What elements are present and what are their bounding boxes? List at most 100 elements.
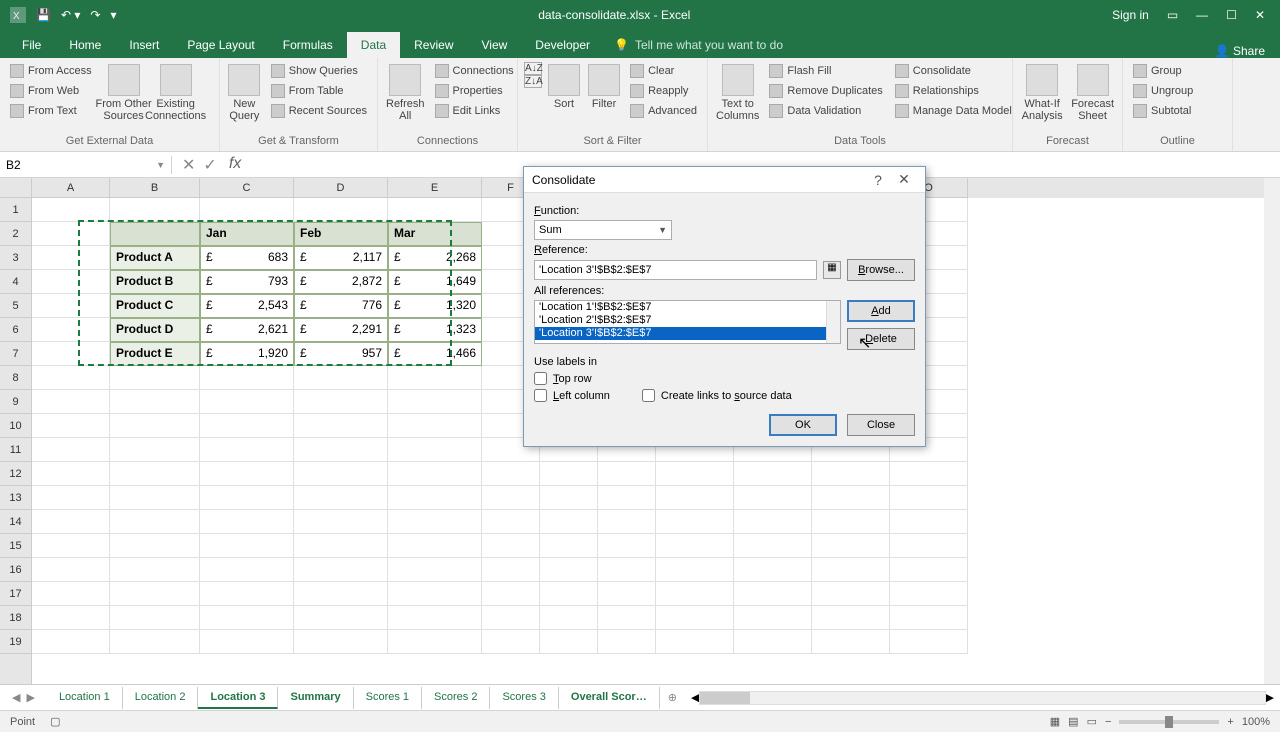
row-header-2[interactable]: 2 xyxy=(0,222,31,246)
cell-L17[interactable] xyxy=(656,582,734,606)
refresh-all-button[interactable]: Refresh All xyxy=(384,62,427,124)
cell-D13[interactable] xyxy=(294,486,388,510)
cell-B17[interactable] xyxy=(110,582,200,606)
dialog-help-icon[interactable]: ? xyxy=(865,172,891,188)
cell-N12[interactable] xyxy=(812,462,890,486)
data-validation-button[interactable]: Data Validation xyxy=(765,102,886,120)
cell-A12[interactable] xyxy=(32,462,110,486)
row-header-3[interactable]: 3 xyxy=(0,246,31,270)
clear-filter-button[interactable]: Clear xyxy=(626,62,701,80)
cell-L19[interactable] xyxy=(656,630,734,654)
manage-data-model-button[interactable]: Manage Data Model xyxy=(891,102,1016,120)
cell-A14[interactable] xyxy=(32,510,110,534)
minimize-icon[interactable]: — xyxy=(1196,8,1208,22)
cell-B4[interactable]: Product B xyxy=(110,270,200,294)
cell-F16[interactable] xyxy=(482,558,540,582)
cell-A15[interactable] xyxy=(32,534,110,558)
cell-C3[interactable]: £683 xyxy=(200,246,294,270)
cell-B7[interactable]: Product E xyxy=(110,342,200,366)
cell-C7[interactable]: £1,920 xyxy=(200,342,294,366)
tell-me-search[interactable]: 💡 Tell me what you want to do xyxy=(604,32,793,58)
cell-N13[interactable] xyxy=(812,486,890,510)
cell-E6[interactable]: £1,323 xyxy=(388,318,482,342)
row-header-17[interactable]: 17 xyxy=(0,582,31,606)
cell-A3[interactable] xyxy=(32,246,110,270)
cell-N18[interactable] xyxy=(812,606,890,630)
row-header-10[interactable]: 10 xyxy=(0,414,31,438)
cell-G18[interactable] xyxy=(540,606,598,630)
cell-G17[interactable] xyxy=(540,582,598,606)
cell-L14[interactable] xyxy=(656,510,734,534)
cell-C18[interactable] xyxy=(200,606,294,630)
sheet-tab-location-1[interactable]: Location 1 xyxy=(47,687,123,709)
row-header-15[interactable]: 15 xyxy=(0,534,31,558)
cell-L15[interactable] xyxy=(656,534,734,558)
cell-B1[interactable] xyxy=(110,198,200,222)
close-button[interactable]: Close xyxy=(847,414,915,436)
dialog-close-icon[interactable]: ✕ xyxy=(891,171,917,188)
cell-A8[interactable] xyxy=(32,366,110,390)
cell-G15[interactable] xyxy=(540,534,598,558)
flash-fill-button[interactable]: Flash Fill xyxy=(765,62,886,80)
cell-F14[interactable] xyxy=(482,510,540,534)
cell-C8[interactable] xyxy=(200,366,294,390)
cell-O13[interactable] xyxy=(890,486,968,510)
cell-E5[interactable]: £1,320 xyxy=(388,294,482,318)
tab-formulas[interactable]: Formulas xyxy=(269,32,347,58)
cell-C17[interactable] xyxy=(200,582,294,606)
cell-N17[interactable] xyxy=(812,582,890,606)
save-icon[interactable]: 💾 xyxy=(36,8,51,22)
cell-B16[interactable] xyxy=(110,558,200,582)
cell-D10[interactable] xyxy=(294,414,388,438)
cell-H14[interactable] xyxy=(598,510,656,534)
cell-O14[interactable] xyxy=(890,510,968,534)
sheet-tab-scores-1[interactable]: Scores 1 xyxy=(354,687,422,709)
cell-A4[interactable] xyxy=(32,270,110,294)
row-header-9[interactable]: 9 xyxy=(0,390,31,414)
cell-E13[interactable] xyxy=(388,486,482,510)
share-button[interactable]: 👤 Share xyxy=(1215,44,1265,58)
cell-O16[interactable] xyxy=(890,558,968,582)
filter-button[interactable]: Filter xyxy=(586,62,622,112)
cell-L12[interactable] xyxy=(656,462,734,486)
cell-H17[interactable] xyxy=(598,582,656,606)
cell-B12[interactable] xyxy=(110,462,200,486)
undo-icon[interactable]: ↶ ▾ xyxy=(61,8,80,22)
sheet-tab-overall-scor-[interactable]: Overall Scor… xyxy=(559,687,660,709)
cell-C4[interactable]: £793 xyxy=(200,270,294,294)
cell-A18[interactable] xyxy=(32,606,110,630)
ungroup-button[interactable]: Ungroup xyxy=(1129,82,1197,100)
cell-F17[interactable] xyxy=(482,582,540,606)
fx-icon[interactable]: fx xyxy=(225,155,245,175)
cell-E1[interactable] xyxy=(388,198,482,222)
ok-button[interactable]: OK xyxy=(769,414,837,436)
subtotal-button[interactable]: Subtotal xyxy=(1129,102,1197,120)
sheet-tab-location-2[interactable]: Location 2 xyxy=(123,687,199,709)
from-table-button[interactable]: From Table xyxy=(267,82,371,100)
cell-B3[interactable]: Product A xyxy=(110,246,200,270)
cell-A5[interactable] xyxy=(32,294,110,318)
row-header-8[interactable]: 8 xyxy=(0,366,31,390)
relationships-button[interactable]: Relationships xyxy=(891,82,1016,100)
row-header-11[interactable]: 11 xyxy=(0,438,31,462)
cell-E8[interactable] xyxy=(388,366,482,390)
cell-L18[interactable] xyxy=(656,606,734,630)
row-header-4[interactable]: 4 xyxy=(0,270,31,294)
cell-B13[interactable] xyxy=(110,486,200,510)
view-normal-icon[interactable]: ▦ xyxy=(1050,715,1060,728)
zoom-in-icon[interactable]: + xyxy=(1227,716,1233,728)
cell-E15[interactable] xyxy=(388,534,482,558)
row-header-19[interactable]: 19 xyxy=(0,630,31,654)
cell-C6[interactable]: £2,621 xyxy=(200,318,294,342)
cell-C2[interactable]: Jan xyxy=(200,222,294,246)
enter-formula-icon[interactable]: ✓ xyxy=(203,155,216,175)
cell-A13[interactable] xyxy=(32,486,110,510)
from-text-button[interactable]: From Text xyxy=(6,102,96,120)
sheet-tab-location-3[interactable]: Location 3 xyxy=(198,687,278,709)
cell-L16[interactable] xyxy=(656,558,734,582)
cell-B19[interactable] xyxy=(110,630,200,654)
cell-G14[interactable] xyxy=(540,510,598,534)
col-header-E[interactable]: E xyxy=(388,178,482,198)
cell-N16[interactable] xyxy=(812,558,890,582)
sheet-nav-prev-icon[interactable]: ◀ xyxy=(12,691,20,704)
